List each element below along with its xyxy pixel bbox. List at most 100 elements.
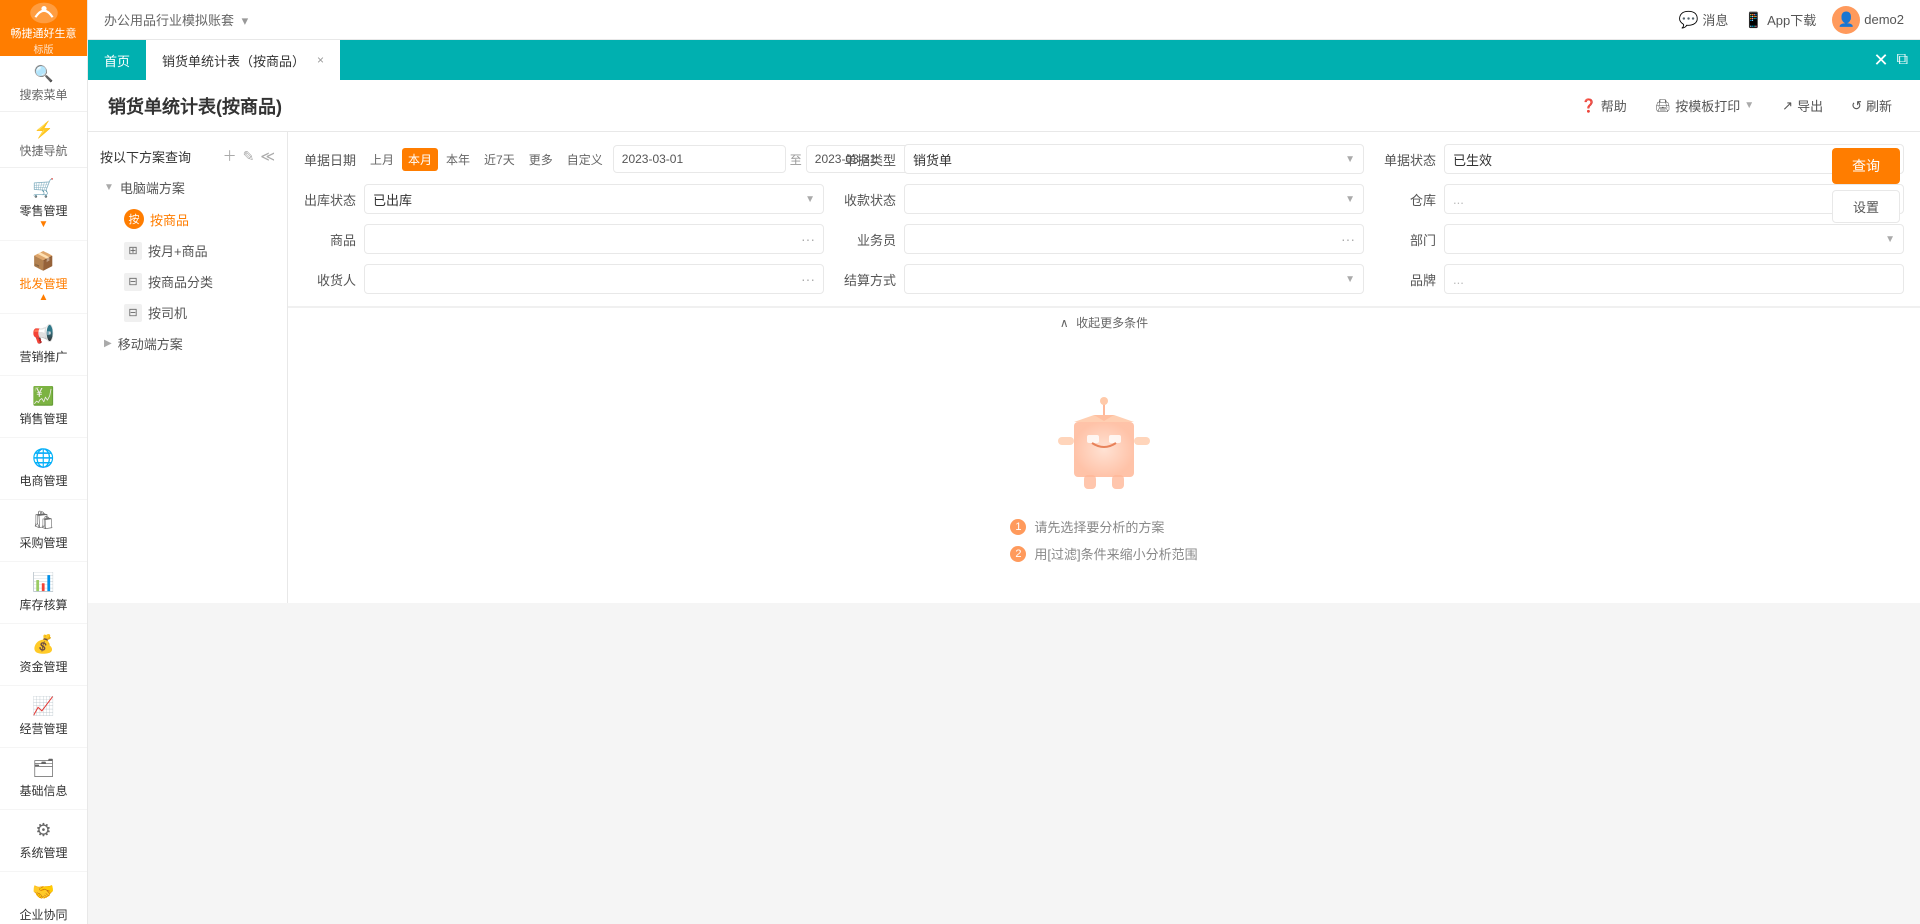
dept-arrow: ▼ xyxy=(1885,234,1895,245)
dropdown-arrow[interactable]: ▾ xyxy=(242,13,249,28)
tab-expand[interactable]: ✕ ⧉ xyxy=(1861,50,1920,71)
outstatus-label: 出库状态 xyxy=(304,190,364,209)
receivestatus-input[interactable]: ▼ xyxy=(904,184,1364,214)
scheme-by-month-goods[interactable]: ⊞ 按月+商品 xyxy=(88,235,287,266)
scheme-by-category[interactable]: ⊟ 按商品分类 xyxy=(88,266,287,297)
tab-bar: 首页 销货单统计表（按商品） × ✕ ⧉ xyxy=(88,40,1920,80)
tip-1-text: 请先选择要分析的方案 xyxy=(1034,517,1164,536)
print-arrow[interactable]: ▼ xyxy=(1744,100,1754,111)
add-scheme-icon[interactable]: ＋ xyxy=(223,146,237,166)
close-window-icon[interactable]: ✕ xyxy=(1873,50,1888,71)
filter-row-3: 商品 ··· 业务员 ··· xyxy=(304,224,1904,254)
refresh-btn[interactable]: ↺ 刷新 xyxy=(1843,92,1900,119)
breadcrumb: 办公用品行业模拟账套 ▾ xyxy=(104,10,1678,29)
dept-input[interactable]: ▼ xyxy=(1444,224,1904,254)
goods-field: 商品 ··· xyxy=(304,224,824,254)
date-tab-lastmonth[interactable]: 上月 xyxy=(364,148,400,171)
payment-arrow: ▼ xyxy=(1345,274,1355,285)
print-label: 按模板打印 xyxy=(1675,96,1740,115)
help-btn[interactable]: ❓ 帮助 xyxy=(1573,92,1635,119)
export-btn[interactable]: ↗ 导出 xyxy=(1774,92,1831,119)
sidebar-item-label: 库存核算 xyxy=(19,596,67,613)
query-button[interactable]: 查询 xyxy=(1832,148,1900,184)
collapse-label: 收起更多条件 xyxy=(1076,316,1148,330)
sidebar-item-marketing[interactable]: 📢 营销推广 xyxy=(0,314,87,376)
help-icon: ❓ xyxy=(1581,98,1597,114)
action-buttons: 查询 设置 xyxy=(1832,148,1900,223)
date-tab-custom[interactable]: 自定义 xyxy=(561,148,609,171)
goods-input[interactable]: ··· xyxy=(364,224,824,254)
filter-conditions: 单据日期 上月 本月 本年 近7天 更多 自定义 xyxy=(288,132,1920,307)
salesman-dots[interactable]: ··· xyxy=(1341,231,1355,247)
filter-panel-title: 按以下方案查询 xyxy=(100,147,191,166)
goods-dots[interactable]: ··· xyxy=(801,231,815,247)
print-btn[interactable]: 🖨 按模板打印 ▼ xyxy=(1647,92,1762,119)
filter-panel: 按以下方案查询 ＋ ✎ ≪ ▼ 电脑端方案 按 按商品 ⊞ xyxy=(88,132,288,603)
app-name: 畅捷通好生意 xyxy=(11,28,77,41)
message-btn[interactable]: 💬 消息 xyxy=(1678,10,1728,30)
empty-state: 1 请先选择要分析的方案 2 用[过滤]条件来缩小分析范围 xyxy=(288,337,1920,603)
sidebar-item-management[interactable]: 📈 经营管理 xyxy=(0,686,87,748)
sidebar-item-wholesale[interactable]: 📦 批发管理 ▲ xyxy=(0,241,87,314)
sidebar-item-inventory[interactable]: 📊 库存核算 xyxy=(0,562,87,624)
sidebar-item-basic[interactable]: 🗂 基础信息 xyxy=(0,748,87,810)
empty-illustration xyxy=(1044,377,1164,497)
warehouse-label: 仓库 xyxy=(1384,190,1444,209)
scheme-label: 按商品分类 xyxy=(148,272,213,291)
scheme-icon: ⊟ xyxy=(124,304,142,322)
scheme-by-driver[interactable]: ⊟ 按司机 xyxy=(88,297,287,328)
mobile-schemes-group[interactable]: ▶ 移动端方案 xyxy=(88,328,287,359)
filter-row-1: 单据日期 上月 本月 本年 近7天 更多 自定义 xyxy=(304,144,1904,174)
tip-2-text: 用[过滤]条件来缩小分析范围 xyxy=(1034,544,1197,563)
scheme-icon: ⊞ xyxy=(124,242,142,260)
sidebar-item-enterprise[interactable]: 🤝 企业协同 xyxy=(0,872,87,924)
tab-active[interactable]: 销货单统计表（按商品） × xyxy=(146,40,340,80)
dept-field: 部门 ▼ xyxy=(1384,224,1904,254)
quick-nav[interactable]: ⚡ 快捷导航 xyxy=(0,112,87,168)
edit-scheme-icon[interactable]: ✎ xyxy=(243,148,255,165)
expand-icon[interactable]: ⧉ xyxy=(1897,51,1908,69)
doctype-input[interactable]: 销货单 ▼ xyxy=(904,144,1364,174)
sidebar-search[interactable]: 🔍 搜索菜单 xyxy=(0,56,87,112)
date-label: 单据日期 xyxy=(304,150,364,169)
date-from-input[interactable] xyxy=(613,145,786,173)
date-tab-7days[interactable]: 近7天 xyxy=(478,148,521,171)
main-area: 办公用品行业模拟账套 ▾ 💬 消息 📱 App下载 👤 demo2 首页 xyxy=(88,0,1920,924)
desktop-schemes-group[interactable]: ▼ 电脑端方案 xyxy=(88,172,287,203)
user-profile[interactable]: 👤 demo2 xyxy=(1832,6,1904,34)
payment-input[interactable]: ▼ xyxy=(904,264,1364,294)
date-tab-more[interactable]: 更多 xyxy=(523,148,559,171)
brand-input[interactable]: ... xyxy=(1444,264,1904,294)
brand-field: 品牌 ... xyxy=(1384,264,1904,294)
sidebar-item-label: 零售管理 xyxy=(19,202,67,219)
sidebar-item-ecommerce[interactable]: 🌐 电商管理 xyxy=(0,438,87,500)
sidebar-item-retail[interactable]: 🛒 零售管理 ▼ xyxy=(0,168,87,241)
date-range-wrap: 上月 本月 本年 近7天 更多 自定义 至 xyxy=(364,145,896,173)
consignee-field: 收货人 ··· xyxy=(304,264,824,294)
settings-button[interactable]: 设置 xyxy=(1832,190,1900,223)
consignee-input[interactable]: ··· xyxy=(364,264,824,294)
sidebar-item-system[interactable]: ⚙ 系统管理 xyxy=(0,810,87,872)
outstatus-input[interactable]: 已出库 ▼ xyxy=(364,184,824,214)
tab-home[interactable]: 首页 xyxy=(88,40,146,80)
system-icon: ⚙ xyxy=(35,820,51,841)
app-sublabel: 标版 xyxy=(34,41,54,56)
sidebar-item-label: 经营管理 xyxy=(19,720,67,737)
sidebar-item-sales[interactable]: 💹 销售管理 xyxy=(0,376,87,438)
docstatus-field: 单据状态 已生效 ▼ xyxy=(1384,144,1904,174)
quick-nav-label: 快捷导航 xyxy=(19,142,67,159)
receivestatus-field: 收款状态 ▼ xyxy=(844,184,1364,214)
scheme-by-goods[interactable]: 按 按商品 xyxy=(88,203,287,235)
collapse-bar[interactable]: ∧ 收起更多条件 xyxy=(288,307,1920,337)
consignee-dots[interactable]: ··· xyxy=(801,271,815,287)
content-wrapper: 单据日期 上月 本月 本年 近7天 更多 自定义 xyxy=(288,132,1920,603)
tab-close-icon[interactable]: × xyxy=(317,53,324,67)
sidebar-item-purchase[interactable]: 🛍 采购管理 xyxy=(0,500,87,562)
doctype-label: 单据类型 xyxy=(844,150,904,169)
app-download-btn[interactable]: 📱 App下载 xyxy=(1744,10,1816,29)
date-tab-thismonth[interactable]: 本月 xyxy=(402,148,438,171)
salesman-input[interactable]: ··· xyxy=(904,224,1364,254)
sidebar-item-finance[interactable]: 💰 资金管理 xyxy=(0,624,87,686)
date-tab-thisyear[interactable]: 本年 xyxy=(440,148,476,171)
collapse-panel-icon[interactable]: ≪ xyxy=(260,148,275,165)
